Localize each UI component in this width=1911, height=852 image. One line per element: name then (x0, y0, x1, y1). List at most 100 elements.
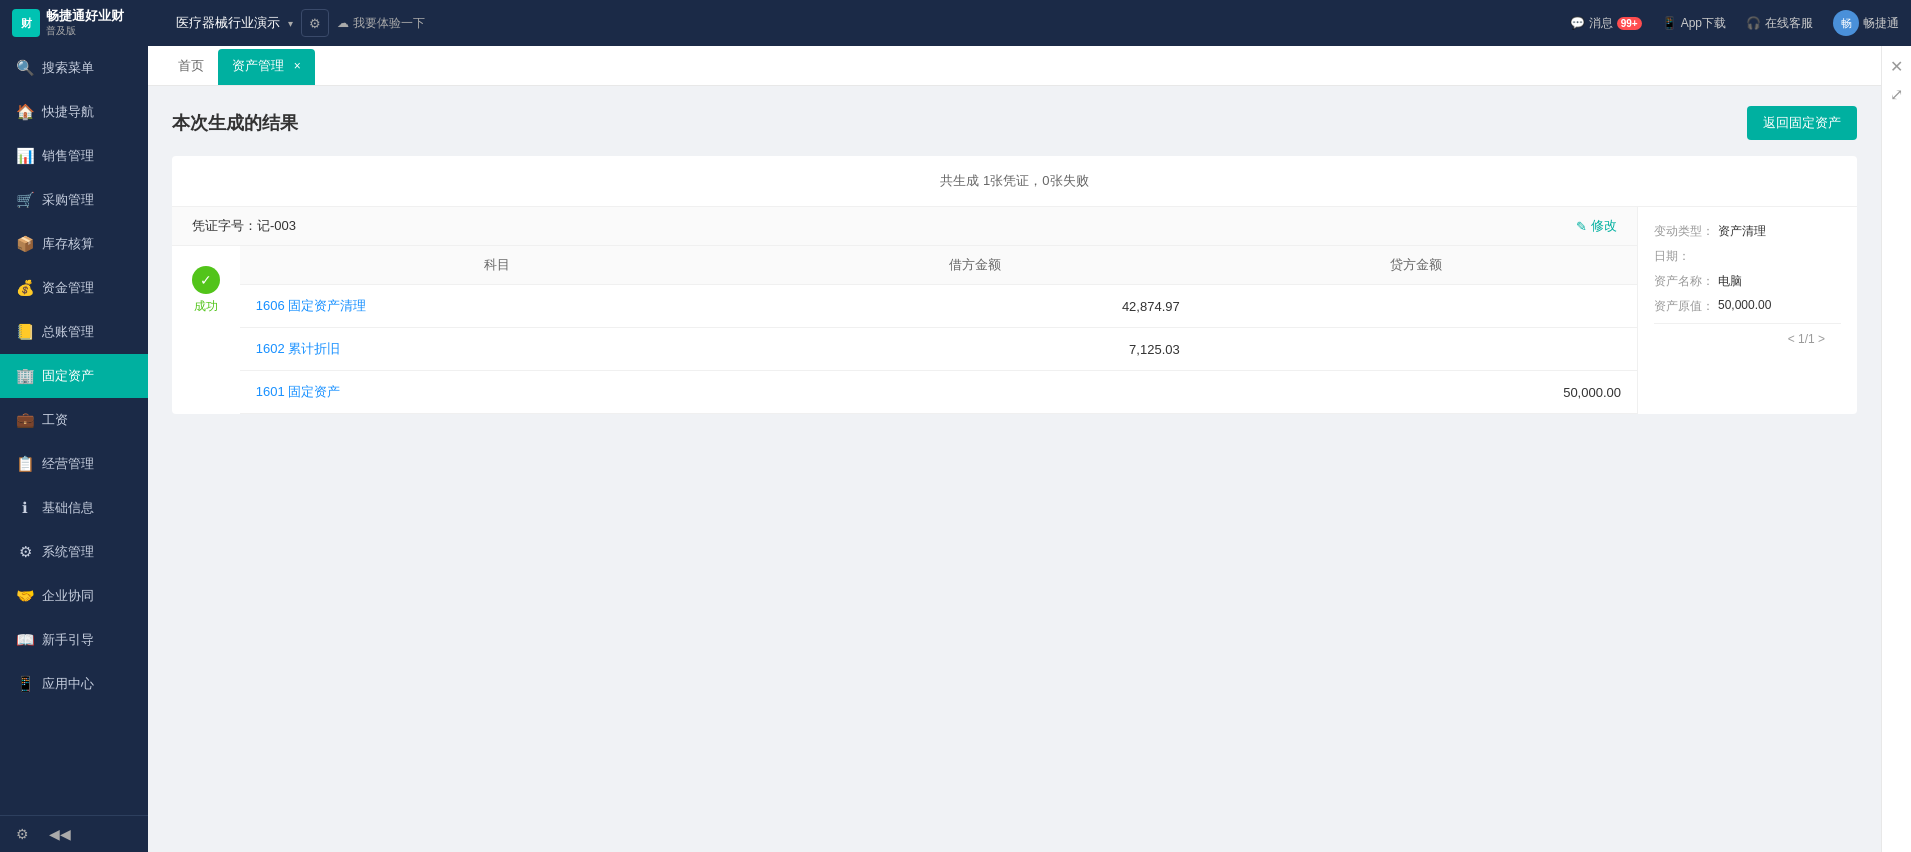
edit-icon: ✎ (1576, 219, 1587, 234)
sidebar-item-purchase[interactable]: 🛒 采购管理 (0, 178, 148, 222)
debit-cell-0: 42,874.97 (754, 285, 1195, 328)
voucher-row-wrapper: ✓ 成功 科目 借方金额 贷方 (172, 246, 1637, 414)
purchase-icon: 🛒 (16, 191, 34, 209)
user-area[interactable]: 畅 畅捷通 (1833, 10, 1899, 36)
debit-cell-2 (754, 371, 1195, 414)
sidebar-item-search-menu[interactable]: 🔍 搜索菜单 (0, 46, 148, 90)
collapse-sidebar-icon[interactable]: ◀◀ (49, 826, 71, 842)
search-icon: 🔍 (16, 59, 34, 77)
app-download-button[interactable]: 📱 App下载 (1662, 15, 1726, 32)
settings-button[interactable]: ⚙ (301, 9, 329, 37)
credit-cell-2: 50,000.00 (1196, 371, 1637, 414)
sidebar-item-system[interactable]: ⚙ 系统管理 (0, 530, 148, 574)
sidebar-item-app-center[interactable]: 📱 应用中心 (0, 662, 148, 706)
table-wrapper: 科目 借方金额 贷方金额 1606 固定资产清理 42,874. (240, 246, 1637, 414)
logo-title: 畅捷通好业财 (46, 8, 124, 24)
tab-home[interactable]: 首页 (164, 49, 218, 85)
col-credit-header: 贷方金额 (1196, 246, 1637, 285)
messages-badge: 99+ (1617, 17, 1642, 30)
credit-cell-1 (1196, 328, 1637, 371)
logo-area: 财 畅捷通好业财 普及版 (12, 8, 160, 38)
original-value-label: 资产原值： (1654, 298, 1714, 315)
change-type-row: 变动类型： 资产清理 (1654, 223, 1841, 240)
content-area: 首页 资产管理 × 本次生成的结果 返回固定资产 共生成 1张凭证，0张失败 (148, 46, 1881, 852)
gear-icon: ⚙ (309, 16, 321, 31)
table-row: 1601 固定资产 50,000.00 (240, 371, 1637, 414)
side-info-panel: 变动类型： 资产清理 日期： 资产名称： 电脑 资产原值： (1637, 207, 1857, 414)
pagination[interactable]: < 1/1 > (1654, 323, 1841, 354)
guide-icon: 📖 (16, 631, 34, 649)
header-middle: 医疗器械行业演示 ▾ ⚙ ☁ 我要体验一下 (160, 9, 1570, 37)
voucher-main: 凭证字号：记-003 ✎ 修改 ✓ 成功 (172, 207, 1637, 414)
company-name: 医疗器械行业演示 (176, 14, 280, 32)
system-icon: ⚙ (16, 543, 34, 561)
credit-cell-0 (1196, 285, 1637, 328)
enterprise-icon: 🤝 (16, 587, 34, 605)
expand-panel-button[interactable]: ⤢ (1885, 82, 1909, 106)
sidebar-item-inventory[interactable]: 📦 库存核算 (0, 222, 148, 266)
sidebar-item-ledger[interactable]: 📒 总账管理 (0, 310, 148, 354)
table-row: 1602 累计折旧 7,125.03 (240, 328, 1637, 371)
subject-cell-1[interactable]: 1602 累计折旧 (240, 328, 755, 371)
ledger-icon: 📒 (16, 323, 34, 341)
col-subject-header: 科目 (240, 246, 755, 285)
sidebar-item-funds[interactable]: 💰 资金管理 (0, 266, 148, 310)
result-panel: 共生成 1张凭证，0张失败 凭证字号：记-003 ✎ 修改 (172, 156, 1857, 414)
result-summary: 共生成 1张凭证，0张失败 (172, 156, 1857, 207)
logo-sub: 普及版 (46, 24, 124, 38)
tab-close-icon[interactable]: × (294, 59, 301, 73)
salary-icon: 💼 (16, 411, 34, 429)
return-fixed-assets-button[interactable]: 返回固定资产 (1747, 106, 1857, 140)
sidebar-item-salary[interactable]: 💼 工资 (0, 398, 148, 442)
original-value-value: 50,000.00 (1718, 298, 1771, 315)
change-type-value: 资产清理 (1718, 223, 1766, 240)
sidebar-item-quick-nav[interactable]: 🏠 快捷导航 (0, 90, 148, 134)
funds-icon: 💰 (16, 279, 34, 297)
logo-icon: 财 (12, 9, 40, 37)
bottom-settings-icon[interactable]: ⚙ (16, 826, 29, 842)
asset-name-label: 资产名称： (1654, 273, 1714, 290)
top-header: 财 畅捷通好业财 普及版 医疗器械行业演示 ▾ ⚙ ☁ 我要体验一下 💬 消息 … (0, 0, 1911, 46)
col-debit-header: 借方金额 (754, 246, 1195, 285)
success-circle: ✓ (192, 266, 220, 294)
sidebar-item-guide[interactable]: 📖 新手引导 (0, 618, 148, 662)
date-row: 日期： (1654, 248, 1841, 265)
original-value-row: 资产原值： 50,000.00 (1654, 298, 1841, 315)
cloud-icon: ☁ (337, 16, 349, 30)
sidebar-bottom: ⚙ ◀◀ (0, 815, 148, 852)
company-dropdown-icon[interactable]: ▾ (288, 18, 293, 29)
message-icon: 💬 (1570, 16, 1585, 30)
operations-icon: 📋 (16, 455, 34, 473)
experience-button[interactable]: ☁ 我要体验一下 (337, 15, 425, 32)
sales-icon: 📊 (16, 147, 34, 165)
asset-name-value: 电脑 (1718, 273, 1742, 290)
subject-cell-0[interactable]: 1606 固定资产清理 (240, 285, 755, 328)
edit-button[interactable]: ✎ 修改 (1576, 217, 1617, 235)
table-row: 1606 固定资产清理 42,874.97 (240, 285, 1637, 328)
close-panel-button[interactable]: ✕ (1885, 54, 1909, 78)
sidebar-item-sales[interactable]: 📊 销售管理 (0, 134, 148, 178)
sidebar-item-basic-info[interactable]: ℹ 基础信息 (0, 486, 148, 530)
sidebar: 🔍 搜索菜单 🏠 快捷导航 📊 销售管理 🛒 采购管理 📦 库存核算 💰 (0, 46, 148, 852)
download-icon: 📱 (1662, 16, 1677, 30)
messages-button[interactable]: 💬 消息 99+ (1570, 15, 1642, 32)
sidebar-item-operations[interactable]: 📋 经营管理 (0, 442, 148, 486)
voucher-header: 凭证字号：记-003 ✎ 修改 (172, 207, 1637, 246)
headset-icon: 🎧 (1746, 16, 1761, 30)
subject-cell-2[interactable]: 1601 固定资产 (240, 371, 755, 414)
asset-name-row: 资产名称： 电脑 (1654, 273, 1841, 290)
voucher-section: 凭证字号：记-003 ✎ 修改 ✓ 成功 (172, 207, 1857, 414)
page-header: 本次生成的结果 返回固定资产 (172, 106, 1857, 140)
sidebar-item-enterprise[interactable]: 🤝 企业协同 (0, 574, 148, 618)
sidebar-item-fixed-assets[interactable]: 🏢 固定资产 (0, 354, 148, 398)
page-content: 本次生成的结果 返回固定资产 共生成 1张凭证，0张失败 凭证字号：记-003 … (148, 86, 1881, 852)
inventory-icon: 📦 (16, 235, 34, 253)
main-layout: 🔍 搜索菜单 🏠 快捷导航 📊 销售管理 🛒 采购管理 📦 库存核算 💰 (0, 46, 1911, 852)
voucher-table: 科目 借方金额 贷方金额 1606 固定资产清理 42,874. (240, 246, 1637, 414)
voucher-id: 凭证字号：记-003 (192, 217, 296, 235)
basic-info-icon: ℹ (16, 499, 34, 517)
fixed-assets-icon: 🏢 (16, 367, 34, 385)
tab-asset-mgmt[interactable]: 资产管理 × (218, 49, 315, 85)
online-service-button[interactable]: 🎧 在线客服 (1746, 15, 1813, 32)
debit-cell-1: 7,125.03 (754, 328, 1195, 371)
